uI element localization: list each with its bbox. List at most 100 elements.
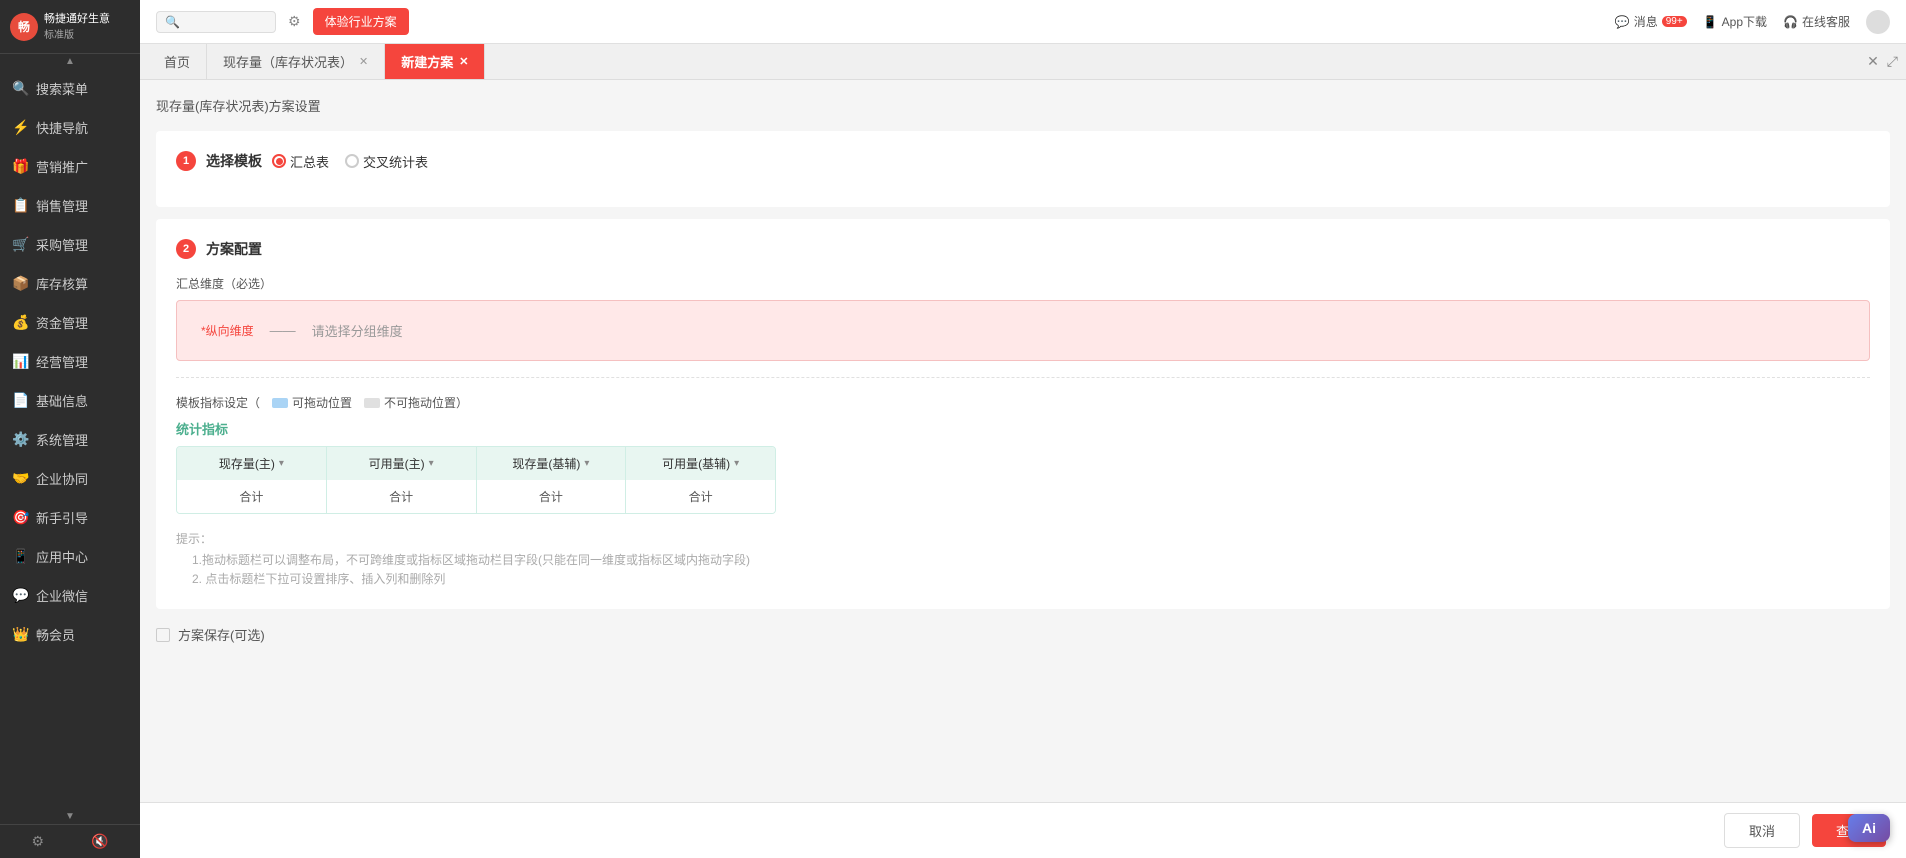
online-service-btn[interactable]: 🎧 在线客服 — [1783, 13, 1850, 30]
chevron-down-icon-3: ▾ — [584, 458, 589, 469]
stats-table: 现存量(主) ▾ 可用量(主) ▾ 现存量(基辅) ▾ 可用量(基辅) ▾ — [176, 446, 776, 514]
member-icon: 👑 — [12, 626, 28, 643]
sidebar-item-newbie[interactable]: 🎯 新手引导 — [0, 498, 140, 537]
logo-icon: 畅 — [10, 13, 38, 41]
cancel-button[interactable]: 取消 — [1724, 813, 1800, 848]
message-badge: 99+ — [1662, 16, 1687, 27]
tips-section: 提示： 1.拖动标题栏可以调整布局，不可跨维度或指标区域拖动栏目字段(只能在同一… — [176, 530, 1870, 587]
stats-col-2[interactable]: 可用量(主) ▾ — [327, 447, 477, 480]
quick-nav-icon: ⚡ — [12, 119, 28, 136]
message-label: 消息 — [1634, 13, 1658, 30]
stats-col-1-label: 现存量(主) — [219, 455, 275, 472]
contract-icon: 🤝 — [12, 470, 28, 487]
sidebar-item-finance[interactable]: 💰 资金管理 — [0, 303, 140, 342]
chevron-down-icon-4: ▾ — [734, 458, 739, 469]
stats-section-title: 统计指标 — [176, 419, 1870, 438]
sidebar-item-quick-nav[interactable]: ⚡ 快捷导航 — [0, 108, 140, 147]
operations-icon: 📊 — [12, 353, 28, 370]
sidebar-item-basic-info[interactable]: 📄 基础信息 — [0, 381, 140, 420]
trial-btn[interactable]: 体验行业方案 — [313, 8, 409, 35]
template-radio-group: 汇总表 交叉统计表 — [272, 152, 428, 171]
topbar-search-box[interactable]: 🔍 — [156, 11, 276, 33]
sidebar-item-label: 系统管理 — [36, 430, 88, 449]
message-btn[interactable]: 💬 消息 99+ — [1615, 13, 1687, 30]
radio-summary[interactable]: 汇总表 — [272, 152, 329, 171]
sound-bottom-icon[interactable]: 🔇 — [91, 833, 108, 850]
stats-cell-2: 合计 — [327, 480, 477, 513]
sidebar-item-contract[interactable]: 🤝 企业协同 — [0, 459, 140, 498]
stats-col-4-label: 可用量(基辅) — [662, 455, 730, 472]
sidebar-item-label: 采购管理 — [36, 235, 88, 254]
sidebar-item-marketing[interactable]: 🎁 营销推广 — [0, 147, 140, 186]
wechat-icon: 💬 — [12, 587, 28, 604]
stats-table-header: 现存量(主) ▾ 可用量(主) ▾ 现存量(基辅) ▾ 可用量(基辅) ▾ — [177, 447, 775, 480]
draggable-indicator-icon — [272, 398, 288, 408]
sidebar-item-wechat[interactable]: 💬 企业微信 — [0, 576, 140, 615]
sidebar-scroll-up[interactable]: ▲ — [0, 54, 140, 69]
gear-icon[interactable]: ⚙ — [288, 13, 301, 30]
sidebar-item-label: 经营管理 — [36, 352, 88, 371]
indicator-draggable-label: 可拖动位置 — [292, 394, 352, 411]
sidebar-item-operations[interactable]: 📊 经营管理 — [0, 342, 140, 381]
radio-summary-label: 汇总表 — [290, 152, 329, 171]
search-icon: 🔍 — [12, 80, 28, 97]
tab-new-plan-label: 新建方案 — [401, 52, 453, 71]
sidebar-item-member[interactable]: 👑 畅会员 — [0, 615, 140, 654]
tab-home[interactable]: 首页 — [148, 44, 207, 79]
radio-cross-circle — [345, 154, 359, 168]
sidebar-item-purchase[interactable]: 🛒 采购管理 — [0, 225, 140, 264]
dimension-separator: —— — [270, 323, 296, 338]
stats-col-1[interactable]: 现存量(主) ▾ — [177, 447, 327, 480]
sidebar-item-label: 畅会员 — [36, 625, 75, 644]
ai-float-button[interactable]: Ai — [1848, 814, 1890, 842]
close-panel-icon[interactable]: ✕ — [1867, 53, 1879, 70]
step2-header: 2 方案配置 — [176, 239, 1870, 259]
step2-num: 2 — [176, 239, 196, 259]
stats-col-4[interactable]: 可用量(基辅) ▾ — [626, 447, 775, 480]
dimension-placeholder: 请选择分组维度 — [312, 321, 403, 340]
user-avatar[interactable] — [1866, 10, 1890, 34]
tab-inventory-close[interactable]: ✕ — [359, 55, 368, 68]
radio-cross-label: 交叉统计表 — [363, 152, 428, 171]
step1-num: 1 — [176, 151, 196, 171]
tab-new-plan-close[interactable]: ✕ — [459, 55, 468, 68]
radio-summary-circle — [272, 154, 286, 168]
sidebar-item-search[interactable]: 🔍 搜索菜单 — [0, 69, 140, 108]
tab-inventory-status[interactable]: 现存量（库存状况表） ✕ — [207, 44, 385, 79]
radio-cross[interactable]: 交叉统计表 — [345, 152, 428, 171]
basic-info-icon: 📄 — [12, 392, 28, 409]
template-indicator-label: 模板指标设定（ — [176, 394, 260, 411]
sidebar: 畅 畅捷通好生意 标准版 ▲ 🔍 搜索菜单 ⚡ 快捷导航 🎁 营销推广 📋 销售… — [0, 0, 140, 858]
search-input[interactable] — [184, 15, 264, 29]
sidebar-item-sales[interactable]: 📋 销售管理 — [0, 186, 140, 225]
bottom-bar: 取消 查询 — [140, 802, 1906, 858]
fixed-indicator-icon — [364, 398, 380, 408]
topbar: 🔍 ⚙ 体验行业方案 💬 消息 99+ 📱 App下载 🎧 在线客服 — [140, 0, 1906, 44]
tips-title: 提示： — [176, 530, 1870, 547]
stats-col-3[interactable]: 现存量(基辅) ▾ — [477, 447, 627, 480]
app-download-btn[interactable]: 📱 App下载 — [1703, 13, 1767, 30]
sales-icon: 📋 — [12, 197, 28, 214]
tab-new-plan[interactable]: 新建方案 ✕ — [385, 44, 485, 79]
chevron-down-icon-1: ▾ — [279, 458, 284, 469]
settings-bottom-icon[interactable]: ⚙ — [32, 833, 45, 850]
sidebar-item-system[interactable]: ⚙️ 系统管理 — [0, 420, 140, 459]
step1-header: 1 选择模板 汇总表 交叉统计表 — [176, 151, 1870, 171]
app-center-icon: 📱 — [12, 548, 28, 565]
online-service-icon: 🎧 — [1783, 15, 1798, 29]
logo-text: 畅捷通好生意 — [44, 12, 110, 26]
save-checkbox[interactable] — [156, 628, 170, 642]
sidebar-item-label: 资金管理 — [36, 313, 88, 332]
sidebar-item-app-center[interactable]: 📱 应用中心 — [0, 537, 140, 576]
sidebar-item-inventory[interactable]: 📦 库存核算 — [0, 264, 140, 303]
inventory-icon: 📦 — [12, 275, 28, 292]
dimension-box[interactable]: *纵向维度 —— 请选择分组维度 — [176, 300, 1870, 361]
sidebar-scroll-down[interactable]: ▼ — [0, 809, 140, 824]
expand-icon[interactable]: ⤢ — [1887, 53, 1898, 70]
sidebar-item-label: 搜索菜单 — [36, 79, 88, 98]
system-icon: ⚙️ — [12, 431, 28, 448]
page-title: 现存量(库存状况表)方案设置 — [156, 96, 1890, 115]
tab-home-label: 首页 — [164, 52, 190, 71]
logo-sub: 标准版 — [44, 26, 110, 41]
finance-icon: 💰 — [12, 314, 28, 331]
